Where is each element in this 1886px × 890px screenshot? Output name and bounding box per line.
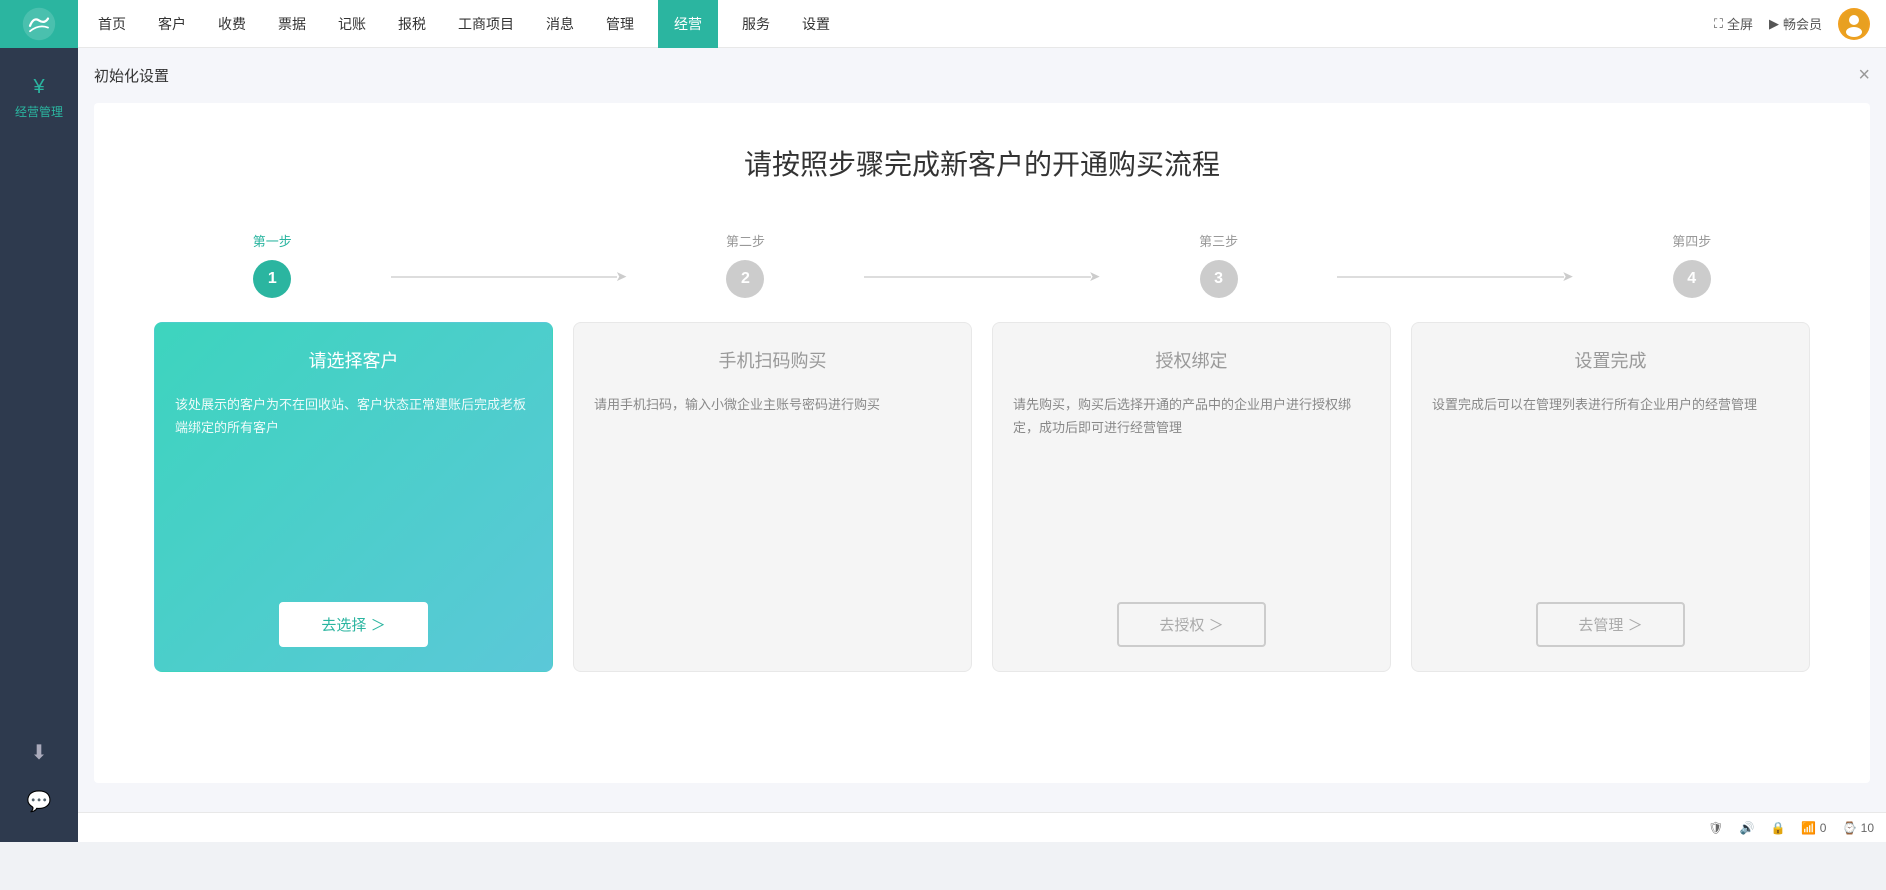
card-4-desc: 设置完成后可以在管理列表进行所有企业用户的经营管理 (1432, 393, 1789, 582)
shield-icon: 🛡 (1708, 821, 1723, 835)
step-2-num: 2 (726, 260, 764, 298)
card-4-title: 设置完成 (1432, 347, 1789, 373)
nav-items: 首页 客户 收费 票据 记账 报税 工商项目 消息 管理 经营 服务 设置 (94, 0, 1714, 48)
nav-right: ⛶ 全屏 ▶ 畅会员 (1714, 8, 1870, 40)
nav-item-manage[interactable]: 管理 (602, 0, 638, 48)
arrow-icon-1: ➤ (615, 268, 627, 285)
nav-item-tax[interactable]: 报税 (394, 0, 430, 48)
page-title: 初始化设置 (94, 65, 169, 86)
nav-item-settings[interactable]: 设置 (798, 0, 834, 48)
sidebar-item-chat[interactable]: 💬 (0, 777, 78, 826)
step-line-1 (391, 276, 618, 278)
network-status: 📶 0 (1801, 821, 1826, 835)
arrow-icon-2: ➤ (1089, 268, 1101, 285)
step-line-3 (1337, 276, 1564, 278)
step-2-label: 第二步 (726, 231, 765, 250)
nav-item-customer[interactable]: 客户 (154, 0, 190, 48)
step-2: 第二步 2 (627, 231, 864, 298)
step-card-1: 请选择客户 该处展示的客户为不在回收站、客户状态正常建账后完成老板端绑定的所有客… (154, 322, 553, 672)
visual-steps: 第一步 1 ➤ 第二步 2 ➤ 第三步 3 (154, 231, 1810, 298)
step-3-label: 第三步 (1199, 231, 1238, 250)
top-nav: 首页 客户 收费 票据 记账 报税 工商项目 消息 管理 经营 服务 设置 ⛶ … (78, 0, 1886, 48)
main-title: 请按照步骤完成新客户的开通购买流程 (154, 143, 1810, 183)
cards-row: 请选择客户 该处展示的客户为不在回收站、客户状态正常建账后完成老板端绑定的所有客… (154, 322, 1810, 672)
step-card-2: 手机扫码购买 请用手机扫码，输入小微企业主账号密码进行购买 (573, 322, 972, 672)
step-4: 第四步 4 (1573, 231, 1810, 298)
step-4-num: 4 (1673, 260, 1711, 298)
step-4-button[interactable]: 去管理 ＞ (1536, 602, 1684, 647)
step-connector-1: ➤ (391, 244, 628, 285)
nav-item-service[interactable]: 服务 (738, 0, 774, 48)
step-3-button[interactable]: 去授权 ＞ (1117, 602, 1265, 647)
content-area: 请按照步骤完成新客户的开通购买流程 第一步 1 ➤ 第二步 2 ➤ (94, 103, 1870, 783)
step-4-label: 第四步 (1672, 231, 1711, 250)
status-bar-right: 🛡 🔊 🔒 📶 0 ⌚ 10 (1708, 821, 1874, 835)
sidebar-item-download[interactable]: ⬇ (0, 728, 78, 777)
nav-item-accounting[interactable]: 记账 (334, 0, 370, 48)
logo (0, 0, 78, 48)
step-card-3: 授权绑定 请先购买，购买后选择开通的产品中的企业用户进行授权绑定，成功后即可进行… (992, 322, 1391, 672)
sidebar-item-label: 经营管理 (15, 103, 63, 120)
vip-icon: ▶ (1769, 16, 1779, 32)
time-status: ⌚ 10 (1842, 821, 1874, 835)
step-1-button[interactable]: 去选择 ＞ (279, 602, 427, 647)
yen-icon: ¥ (33, 76, 44, 99)
step-card-4: 设置完成 设置完成后可以在管理列表进行所有企业用户的经营管理 去管理 ＞ (1411, 322, 1810, 672)
nav-item-home[interactable]: 首页 (94, 0, 130, 48)
nav-item-business[interactable]: 工商项目 (454, 0, 518, 48)
step-line-2 (864, 276, 1091, 278)
vip-label: 畅会员 (1783, 14, 1822, 33)
step-1-label: 第一步 (253, 231, 292, 250)
card-3-desc: 请先购买，购买后选择开通的产品中的企业用户进行授权绑定，成功后即可进行经营管理 (1013, 393, 1370, 582)
step-connector-3: ➤ (1337, 244, 1574, 285)
status-bar: ▶ 完成 🛡 🔊 🔒 📶 0 ⌚ 10 (0, 812, 1886, 842)
main-content: 初始化设置 × 请按照步骤完成新客户的开通购买流程 第一步 1 ➤ 第二步 2 (78, 48, 1886, 812)
step-connector-2: ➤ (864, 244, 1101, 285)
nav-item-operation[interactable]: 经营 (658, 0, 718, 48)
step-3-num: 3 (1200, 260, 1238, 298)
card-1-title: 请选择客户 (175, 347, 532, 373)
card-1-desc: 该处展示的客户为不在回收站、客户状态正常建账后完成老板端绑定的所有客户 (175, 393, 532, 582)
fullscreen-button[interactable]: ⛶ 全屏 (1714, 14, 1753, 33)
step-1-num: 1 (253, 260, 291, 298)
card-2-desc: 请用手机扫码，输入小微企业主账号密码进行购买 (594, 393, 951, 647)
lock-icon: 🔒 (1770, 821, 1785, 835)
sidebar-item-operation[interactable]: ¥ 经营管理 (0, 64, 78, 132)
avatar[interactable] (1838, 8, 1870, 40)
volume-icon: 🔊 (1740, 821, 1755, 835)
card-3-title: 授权绑定 (1013, 347, 1370, 373)
fullscreen-label: 全屏 (1727, 14, 1753, 33)
close-button[interactable]: × (1858, 64, 1870, 87)
step-3: 第三步 3 (1100, 231, 1337, 298)
vip-button[interactable]: ▶ 畅会员 (1769, 14, 1822, 33)
nav-item-message[interactable]: 消息 (542, 0, 578, 48)
nav-item-fee[interactable]: 收费 (214, 0, 250, 48)
chat-icon: 💬 (27, 789, 52, 814)
card-2-title: 手机扫码购买 (594, 347, 951, 373)
sidebar: ¥ 经营管理 ⬇ 💬 (0, 48, 78, 842)
step-1: 第一步 1 (154, 231, 391, 298)
page-header: 初始化设置 × (94, 64, 1870, 87)
arrow-icon-3: ➤ (1562, 268, 1574, 285)
fullscreen-icon: ⛶ (1714, 16, 1723, 32)
sidebar-bottom: ⬇ 💬 (0, 728, 78, 842)
nav-item-invoice[interactable]: 票据 (274, 0, 310, 48)
download-icon: ⬇ (31, 740, 48, 765)
